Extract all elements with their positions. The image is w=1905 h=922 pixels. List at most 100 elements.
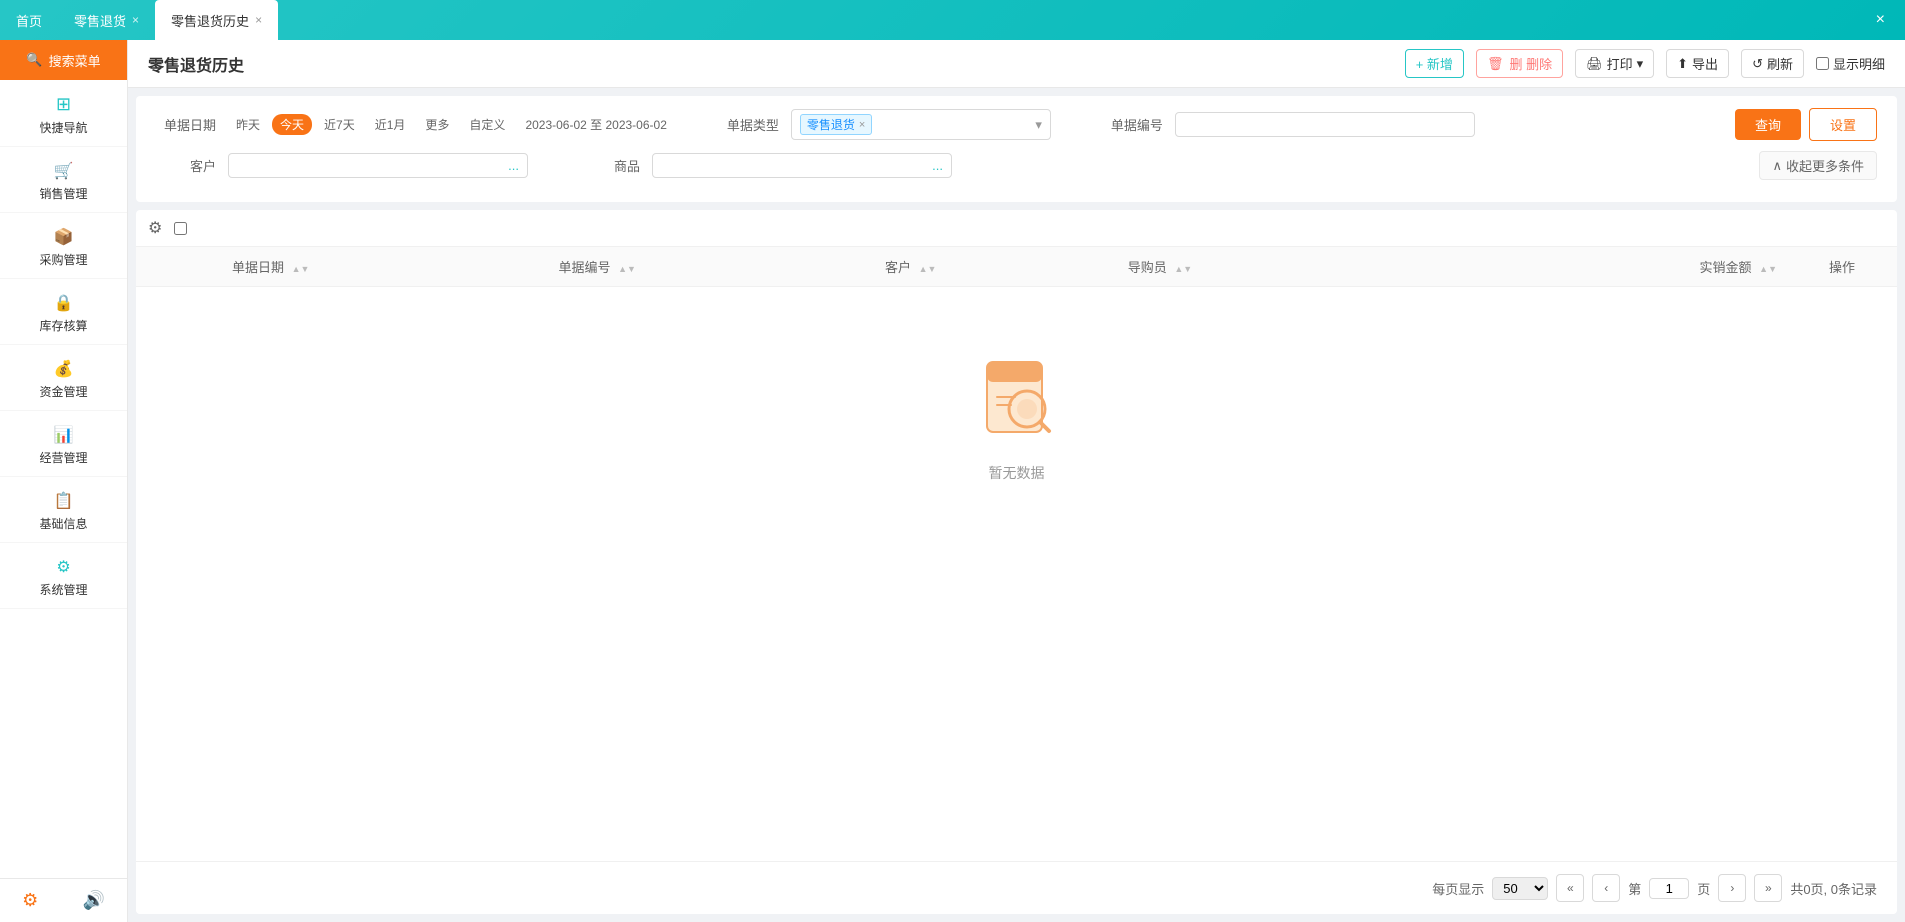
type-tag: 零售退货 × [800,114,872,135]
page-header: 零售退货历史 + 新增 🗑 删 删除 🖨 打印 ▾ ⬆ 导出 ↺ [128,40,1905,88]
customer-ellipsis[interactable]: ... [508,158,519,173]
number-label: 单据编号 [1103,115,1163,134]
tab-home[interactable]: 首页 [0,0,58,40]
print-icon: 🖨 [1586,56,1603,72]
sidebar-nav: ⊞ 快捷导航 🛒 销售管理 📦 采购管理 🔒 库存核算 💰 资金管理 📊 [0,80,127,878]
type-select[interactable]: 零售退货 × ▾ [791,109,1051,140]
goods-label: 商品 [580,156,640,175]
inventory-icon: 🔒 [54,293,74,313]
table-wrapper: 单据日期 ▲▼ 单据编号 ▲▼ 客户 ▲▼ [136,247,1897,861]
page-size-label: 每页显示 [1432,879,1484,898]
table-header-row: 单据日期 ▲▼ 单据编号 ▲▼ 客户 ▲▼ [136,247,1897,287]
operations-icon: 📊 [54,425,74,445]
sort-customer-icon: ▲▼ [919,264,937,274]
sidebar-item-finance[interactable]: 💰 资金管理 [0,345,127,411]
content-area: 零售退货历史 + 新增 🗑 删 删除 🖨 打印 ▾ ⬆ 导出 ↺ [128,40,1905,922]
refresh-button[interactable]: ↺ 刷新 [1741,49,1804,78]
purchase-icon: 📦 [54,227,74,247]
type-select-arrow: ▾ [1035,117,1042,133]
total-text: 共0页, 0条记录 [1790,879,1877,898]
add-button[interactable]: + 新增 [1405,49,1464,78]
print-dropdown-icon: ▾ [1637,56,1644,72]
refresh-icon: ↺ [1752,56,1763,72]
date-range-display: 2023-06-02 至 2023-06-02 [525,116,666,133]
setting-button[interactable]: 设置 [1809,108,1877,141]
tab-return-history[interactable]: 零售退货历史 × [155,0,278,40]
sidebar-bottom: ⚙ 🔊 [0,878,127,922]
th-settings [136,247,180,287]
date-option-1month[interactable]: 近1月 [367,114,414,135]
collapse-button[interactable]: ∧ 收起更多条件 [1759,151,1877,180]
th-customer[interactable]: 客户 ▲▼ [873,247,1116,287]
sidebar-item-quick-nav[interactable]: ⊞ 快捷导航 [0,80,127,147]
sidebar-item-sales-mgmt[interactable]: 🛒 销售管理 [0,147,127,213]
data-table: 单据日期 ▲▼ 单据编号 ▲▼ 客户 ▲▼ [136,247,1897,287]
search-icon: 🔍 [26,52,42,68]
th-checkbox [180,247,220,287]
settings-bottom-icon[interactable]: ⚙ [22,890,38,911]
table-container: ⚙ 单据日期 ▲▼ 单据编号 [136,210,1897,914]
sort-number-icon: ▲▼ [618,264,636,274]
th-number[interactable]: 单据编号 ▲▼ [546,247,872,287]
type-label: 单据类型 [719,115,779,134]
date-option-7days[interactable]: 近7天 [316,114,363,135]
display-detail-checkbox[interactable] [1816,57,1829,70]
speaker-icon[interactable]: 🔊 [82,890,104,911]
date-label: 单据日期 [156,115,216,134]
date-option-more[interactable]: 更多 [417,114,457,135]
sales-icon: 🛒 [54,161,74,181]
query-button[interactable]: 查询 [1735,109,1801,140]
prev-page-btn[interactable]: ‹ [1592,874,1620,902]
th-action: 操作 [1817,247,1897,287]
filter-row-1: 单据日期 昨天 今天 近7天 近1月 更多 自定义 2023-06-02 至 2… [156,108,1877,141]
system-icon: ⚙ [56,557,70,577]
date-option-today[interactable]: 今天 [272,114,312,135]
export-icon: ⬆ [1677,56,1688,72]
display-detail-checkbox-label[interactable]: 显示明细 [1816,54,1885,73]
close-tab-return-icon[interactable]: × [132,13,139,27]
date-options: 昨天 今天 近7天 近1月 更多 自定义 [228,114,513,135]
goods-ellipsis[interactable]: ... [932,158,943,173]
sidebar-item-operations[interactable]: 📊 经营管理 [0,411,127,477]
tab-return[interactable]: 零售退货 × [58,0,155,40]
sort-guide-icon: ▲▼ [1174,264,1192,274]
page-unit: 页 [1697,879,1710,898]
filter-area: 单据日期 昨天 今天 近7天 近1月 更多 自定义 2023-06-02 至 2… [136,96,1897,202]
sidebar-search[interactable]: 🔍 搜索菜单 [0,40,127,80]
sort-date-icon: ▲▼ [292,264,310,274]
empty-icon [967,347,1067,447]
page-input[interactable] [1649,878,1689,899]
delete-button[interactable]: 🗑 删 删除 [1476,49,1563,78]
sidebar: 🔍 搜索菜单 ⊞ 快捷导航 🛒 销售管理 📦 采购管理 🔒 库存核算 💰 [0,40,128,922]
next-page-btn[interactable]: › [1718,874,1746,902]
date-option-yesterday[interactable]: 昨天 [228,114,268,135]
type-tag-close[interactable]: × [859,119,865,131]
table-head: 单据日期 ▲▼ 单据编号 ▲▼ 客户 ▲▼ [136,247,1897,287]
close-tab-history-icon[interactable]: × [255,13,262,27]
table-toolbar: ⚙ [136,210,1897,247]
select-all-checkbox[interactable] [174,222,187,235]
last-page-btn[interactable]: » [1754,874,1782,902]
print-button[interactable]: 🖨 打印 ▾ [1575,49,1654,78]
main-layout: 🔍 搜索菜单 ⊞ 快捷导航 🛒 销售管理 📦 采购管理 🔒 库存核算 💰 [0,40,1905,922]
th-date[interactable]: 单据日期 ▲▼ [220,247,546,287]
sidebar-item-purchase-mgmt[interactable]: 📦 采购管理 [0,213,127,279]
sidebar-item-inventory[interactable]: 🔒 库存核算 [0,279,127,345]
date-option-custom[interactable]: 自定义 [461,114,513,135]
empty-text: 暂无数据 [989,463,1045,483]
delete-icon: 🗑 [1487,56,1504,72]
sidebar-item-system-mgmt[interactable]: ⚙ 系统管理 [0,543,127,609]
export-button[interactable]: ⬆ 导出 [1666,49,1729,78]
th-amount[interactable]: 实销金额 ▲▼ [1400,247,1817,287]
toolbar: + 新增 🗑 删 删除 🖨 打印 ▾ ⬆ 导出 ↺ 刷新 [1405,49,1885,78]
page-size-select[interactable]: 50 10 20 100 [1492,877,1548,900]
table-settings-icon[interactable]: ⚙ [148,218,162,238]
page-title: 零售退货历史 [148,52,244,76]
window-close-icon[interactable]: × [1876,11,1885,29]
sidebar-item-basic-info[interactable]: 📋 基础信息 [0,477,127,543]
first-page-btn[interactable]: « [1556,874,1584,902]
number-input[interactable] [1175,112,1475,137]
finance-icon: 💰 [54,359,74,379]
th-guide[interactable]: 导购员 ▲▼ [1116,247,1401,287]
empty-state: 暂无数据 [136,287,1897,543]
